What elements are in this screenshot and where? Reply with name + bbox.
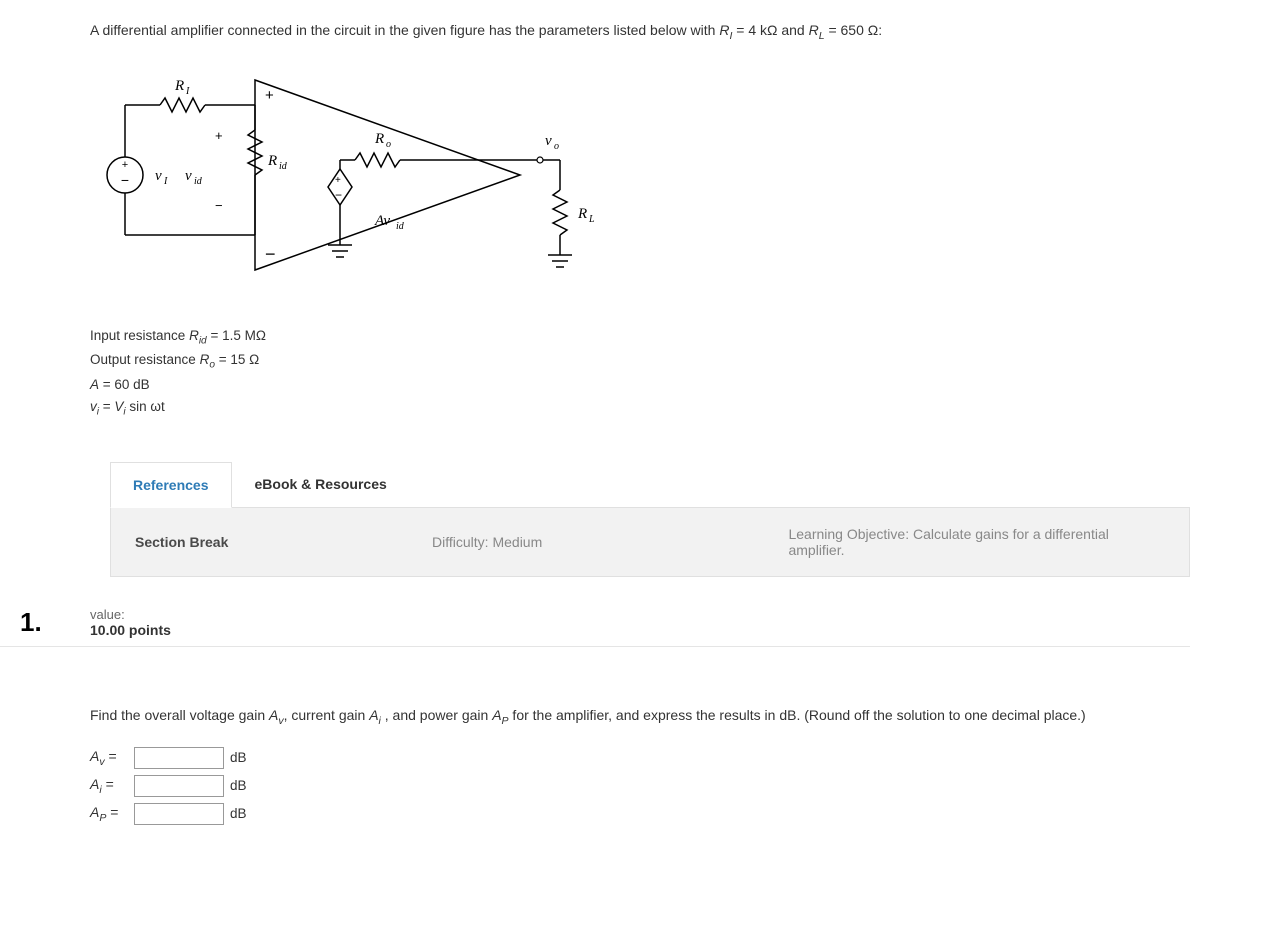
tab-references[interactable]: References	[110, 462, 232, 508]
answer-rows: Av = dB Ai = dB AP = dB	[90, 747, 1190, 825]
ap-label: AP =	[90, 804, 134, 824]
av-unit: dB	[230, 750, 247, 765]
av-label: Av =	[90, 748, 134, 768]
ai-unit: dB	[230, 778, 247, 793]
svg-text:+: +	[215, 128, 223, 143]
tabs: References eBook & Resources	[110, 461, 1190, 508]
svg-text:id: id	[279, 161, 288, 172]
svg-text:R: R	[174, 78, 184, 94]
tab-ebook-label: eBook & Resources	[255, 476, 387, 492]
ri-value: = 4 kΩ and	[732, 22, 808, 38]
svg-text:o: o	[386, 139, 391, 150]
intro-text: A differential amplifier connected in th…	[90, 22, 719, 38]
problem-intro: A differential amplifier connected in th…	[90, 20, 1190, 45]
svg-text:+: +	[265, 87, 274, 104]
svg-text:v: v	[155, 168, 162, 184]
svg-text:R: R	[374, 131, 384, 147]
param-ro: Output resistance Ro = 15 Ω	[90, 349, 1190, 374]
svg-text:−: −	[215, 198, 223, 213]
param-rid: Input resistance Rid = 1.5 MΩ	[90, 325, 1190, 350]
svg-text:I: I	[163, 176, 168, 187]
value-label: value:	[90, 607, 125, 622]
points-label: 10.00 points	[90, 622, 171, 638]
info-bar: Section Break Difficulty: Medium Learnin…	[110, 508, 1190, 577]
answer-row-ap: AP = dB	[90, 803, 1190, 825]
svg-text:id: id	[396, 221, 405, 232]
svg-text:−: −	[121, 172, 129, 188]
svg-text:v: v	[545, 133, 552, 149]
rl-symbol: R	[809, 22, 819, 38]
question-value: value: 10.00 points	[90, 607, 171, 638]
svg-text:id: id	[194, 176, 203, 187]
question-body: Find the overall voltage gain Av, curren…	[90, 707, 1190, 825]
question-number: 1.	[20, 607, 90, 638]
svg-text:−: −	[335, 188, 342, 202]
ap-unit: dB	[230, 806, 247, 821]
section-break-label: Section Break	[135, 534, 432, 550]
ai-label: Ai =	[90, 776, 134, 796]
svg-text:v: v	[185, 168, 192, 184]
svg-text:−: −	[265, 244, 276, 264]
param-a: A = 60 dB	[90, 374, 1190, 396]
question-header: 1. value: 10.00 points	[0, 577, 1190, 647]
ap-input[interactable]	[134, 803, 224, 825]
ai-input[interactable]	[134, 775, 224, 797]
svg-text:+: +	[122, 159, 128, 171]
param-vi: vi = Vi sin ωt	[90, 396, 1190, 421]
tab-references-label: References	[133, 477, 209, 493]
circuit-diagram: + − v I R I + v id − R id	[100, 65, 1190, 305]
learning-objective-label: Learning Objective: Calculate gains for …	[788, 526, 1165, 558]
tab-ebook[interactable]: eBook & Resources	[232, 461, 410, 507]
answer-row-av: Av = dB	[90, 747, 1190, 769]
svg-text:o: o	[554, 141, 559, 152]
answer-row-ai: Ai = dB	[90, 775, 1190, 797]
difficulty-label: Difficulty: Medium	[432, 534, 788, 550]
svg-text:R: R	[267, 153, 277, 169]
svg-text:I: I	[185, 86, 190, 97]
svg-text:+: +	[335, 175, 341, 186]
svg-text:L: L	[588, 214, 595, 225]
question-prompt: Find the overall voltage gain Av, curren…	[90, 707, 1190, 727]
svg-text:R: R	[577, 206, 587, 222]
svg-text:Av: Av	[374, 213, 390, 229]
av-input[interactable]	[134, 747, 224, 769]
parameters-list: Input resistance Rid = 1.5 MΩ Output res…	[90, 325, 1190, 421]
rl-value: = 650 Ω:	[825, 22, 883, 38]
ri-symbol: R	[719, 22, 729, 38]
